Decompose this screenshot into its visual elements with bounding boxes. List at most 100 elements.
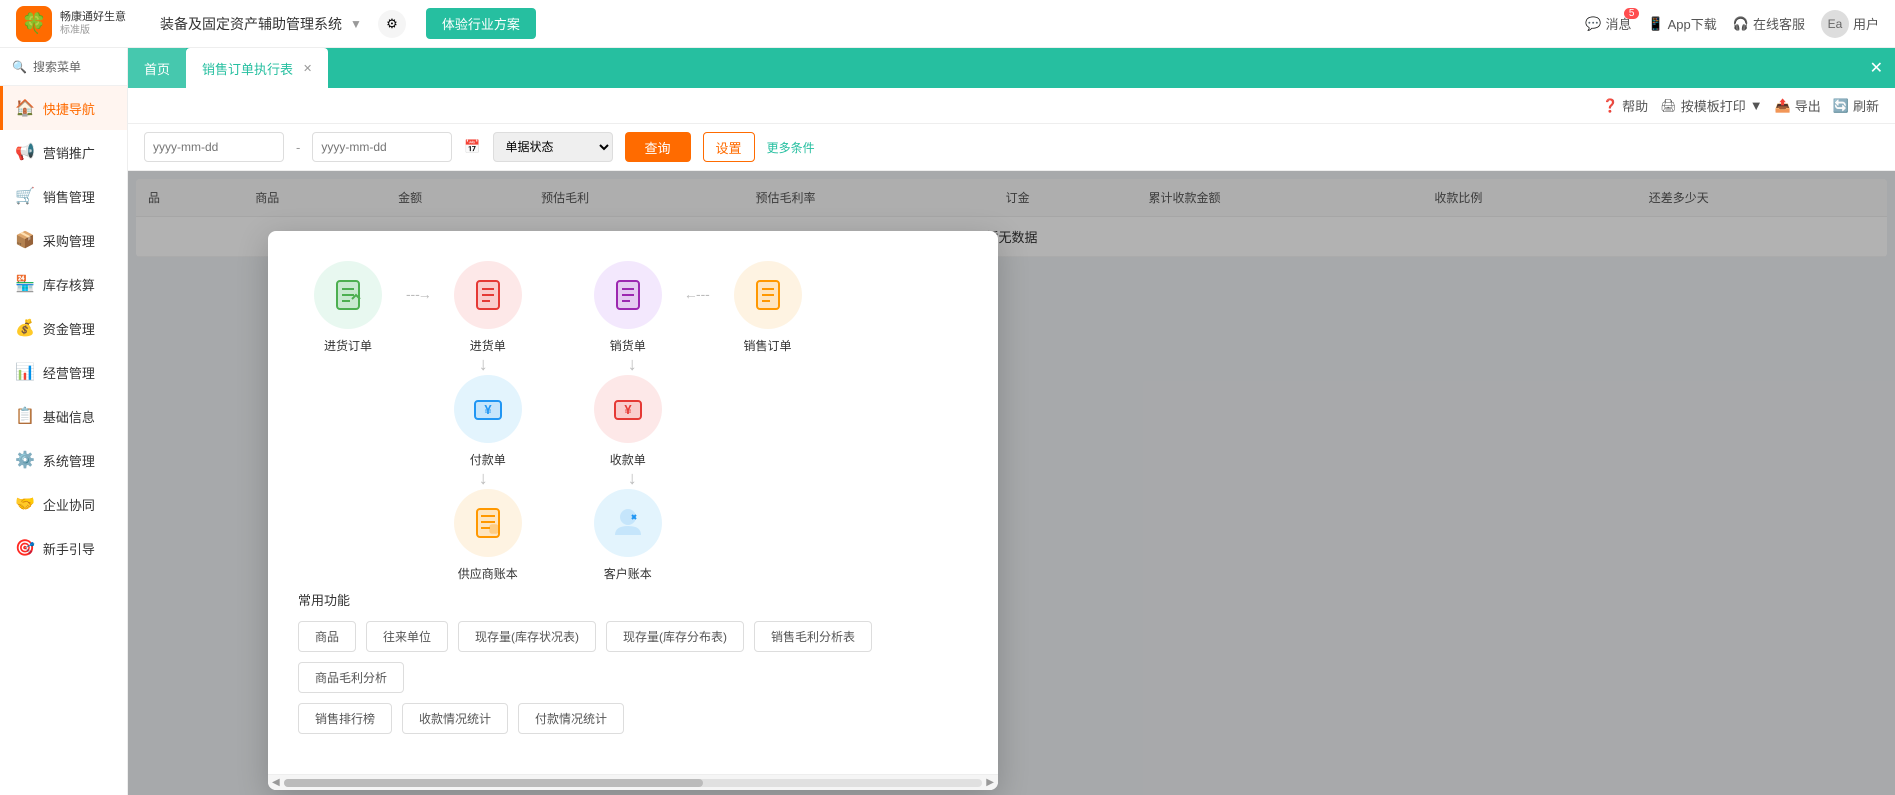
purchase-order-icon (314, 261, 382, 329)
supplier-ledger-label: 供应商账本 (458, 565, 518, 582)
modal-body: 进货订单 - - -→ 进货单 (268, 231, 998, 774)
message-badge: 5 (1624, 8, 1640, 19)
operations-icon: 📊 (15, 362, 35, 382)
system-dropdown-arrow[interactable]: ▼ (350, 17, 362, 31)
sidebar-item-marketing[interactable]: 📢 营销推广 (0, 130, 127, 174)
search-icon: 🔍 (12, 60, 27, 74)
modal-scrollbar: ◀ ▶ (268, 774, 998, 790)
scroll-right-arrow[interactable]: ▶ (986, 777, 994, 788)
receipt-bill-node[interactable]: ¥ 收款单 (578, 375, 678, 468)
help-button[interactable]: ❓ 帮助 (1602, 96, 1648, 115)
sidebar-item-inventory[interactable]: 🏪 库存核算 (0, 262, 127, 306)
status-select[interactable]: 单据状态 (493, 132, 613, 162)
scrollbar-thumb[interactable] (284, 779, 703, 787)
sales-order-node[interactable]: 销售订单 (718, 261, 818, 354)
user-menu[interactable]: Ea 用户 (1821, 10, 1879, 38)
toolbar-right: ❓ 帮助 🖨 按模板打印 ▼ 📤 导出 🔄 刷新 (1602, 96, 1879, 115)
sidebar-item-operations[interactable]: 📊 经营管理 (0, 350, 127, 394)
functions-row-1: 商品 往来单位 现存量(库存状况表) 现存量(库存分布表) 销售毛利分析表 商品… (298, 621, 968, 693)
filter-row: - 📅 单据状态 查询 设置 更多条件 (128, 124, 1895, 171)
page-toolbar: ❓ 帮助 🖨 按模板打印 ▼ 📤 导出 🔄 刷新 (128, 88, 1895, 124)
search-button[interactable]: 查询 (625, 132, 691, 162)
func-btn-product[interactable]: 商品 (298, 621, 356, 652)
sidebar-item-quick-nav[interactable]: 🏠 快捷导航 (0, 86, 127, 130)
sidebar-item-enterprise[interactable]: 🤝 企业协同 (0, 482, 127, 526)
top-right-area: 💬 消息 5 📱 App下载 🎧 在线客服 Ea 用户 (1585, 10, 1879, 38)
payment-bill-node[interactable]: ¥ 付款单 (438, 375, 538, 468)
supplier-ledger-node[interactable]: 供应商账本 (438, 489, 538, 582)
download-icon: 📱 (1647, 16, 1663, 32)
print-dropdown-icon: ▼ (1750, 98, 1763, 113)
flow-diagram: 进货订单 - - -→ 进货单 (298, 261, 968, 582)
func-btn-stock-status[interactable]: 现存量(库存状况表) (458, 621, 596, 652)
customer-row: 客户账本 (578, 489, 818, 582)
sidebar-item-guide[interactable]: 🎯 新手引导 (0, 526, 127, 570)
more-conditions-toggle[interactable]: 更多条件 (767, 139, 815, 156)
arrow-down-payment: ↓ (298, 468, 538, 489)
refresh-icon: 🔄 (1833, 98, 1849, 114)
print-icon: 🖨 (1660, 98, 1677, 114)
quick-nav-icon: 🏠 (15, 98, 35, 118)
date-to-input[interactable] (312, 132, 452, 162)
refresh-button[interactable]: 🔄 刷新 (1833, 96, 1879, 115)
avatar: Ea (1821, 10, 1849, 38)
customer-ledger-icon (594, 489, 662, 557)
svg-text:¥: ¥ (624, 402, 632, 417)
receipt-bill-icon: ¥ (594, 375, 662, 443)
sidebar: 🔍 搜索菜单 🏠 快捷导航 📢 营销推广 🛒 销售管理 📦 采购管理 🏪 (0, 48, 128, 795)
sidebar-item-finance[interactable]: 💰 资金管理 (0, 306, 127, 350)
main-area: 🔍 搜索菜单 🏠 快捷导航 📢 营销推广 🛒 销售管理 📦 采购管理 🏪 (0, 48, 1895, 795)
app-download-button[interactable]: 📱 App下载 (1647, 14, 1716, 33)
finance-icon: 💰 (15, 318, 35, 338)
func-btn-payment-stats[interactable]: 付款情况统计 (518, 703, 624, 734)
customer-ledger-node[interactable]: 客户账本 (578, 489, 678, 582)
scroll-left-arrow[interactable]: ◀ (272, 777, 280, 788)
set-button[interactable]: 设置 (703, 132, 755, 162)
func-btn-stock-dist[interactable]: 现存量(库存分布表) (606, 621, 744, 652)
supplier-ledger-icon (454, 489, 522, 557)
sales-bill-node[interactable]: 销货单 (578, 261, 678, 354)
calendar-icon[interactable]: 📅 (464, 139, 480, 155)
func-btn-sales-rank[interactable]: 销售排行榜 (298, 703, 392, 734)
arrow-down-purchase: ↓ (298, 354, 538, 375)
tab-close-icon[interactable]: ✕ (303, 62, 312, 75)
purchase-order-node[interactable]: 进货订单 (298, 261, 398, 354)
page-content: 品 商品 金额 预估毛利 预估毛利率 订金 累计收款金额 收款比例 还差多少天 (128, 171, 1895, 795)
message-button[interactable]: 💬 消息 5 (1585, 14, 1631, 33)
sales-bill-label: 销货单 (610, 337, 646, 354)
svg-text:¥: ¥ (484, 402, 492, 417)
tab-home[interactable]: 首页 (128, 48, 186, 88)
customer-ledger-label: 客户账本 (604, 565, 652, 582)
enterprise-icon: 🤝 (15, 494, 35, 514)
tab-sales-order[interactable]: 销售订单执行表 ✕ (186, 48, 328, 88)
system-icon: ⚙️ (15, 450, 35, 470)
scrollbar-track[interactable] (284, 779, 983, 787)
help-icon: ❓ (1602, 98, 1618, 114)
func-btn-product-profit[interactable]: 商品毛利分析 (298, 662, 404, 693)
functions-row-2: 销售排行榜 收款情况统计 付款情况统计 (298, 703, 968, 734)
content-area: 首页 销售订单执行表 ✕ ✕ ❓ 帮助 🖨 按模板打印 (128, 48, 1895, 795)
sales-icon: 🛒 (15, 186, 35, 206)
sidebar-item-purchase[interactable]: 📦 采购管理 (0, 218, 127, 262)
modal-overlay[interactable]: 进货订单 - - -→ 进货单 (128, 171, 1895, 795)
print-button[interactable]: 🖨 按模板打印 ▼ (1660, 96, 1762, 115)
gear-button[interactable]: ⚙ (378, 10, 406, 38)
export-button[interactable]: 📤 导出 (1775, 96, 1821, 115)
window-close-button[interactable]: ✕ (1870, 58, 1883, 78)
common-functions-section: 常用功能 商品 往来单位 现存量(库存状况表) 现存量(库存分布表) 销售毛利分… (298, 590, 968, 734)
func-btn-partner[interactable]: 往来单位 (366, 621, 448, 652)
func-btn-receipt-stats[interactable]: 收款情况统计 (402, 703, 508, 734)
flow-modal: 进货订单 - - -→ 进货单 (268, 231, 998, 790)
arrow-left-1: - - -→ (686, 286, 710, 302)
trial-button[interactable]: 体验行业方案 (426, 8, 536, 39)
arrow-down-receipt: ↓ (578, 468, 818, 489)
sidebar-item-sales[interactable]: 🛒 销售管理 (0, 174, 127, 218)
service-icon: 🎧 (1733, 16, 1749, 32)
sidebar-item-system[interactable]: ⚙️ 系统管理 (0, 438, 127, 482)
search-menu[interactable]: 🔍 搜索菜单 (0, 48, 127, 86)
func-btn-sales-profit[interactable]: 销售毛利分析表 (754, 621, 872, 652)
online-service-button[interactable]: 🎧 在线客服 (1733, 14, 1805, 33)
sidebar-item-basic-info[interactable]: 📋 基础信息 (0, 394, 127, 438)
date-from-input[interactable] (144, 132, 284, 162)
purchase-bill-node[interactable]: 进货单 (438, 261, 538, 354)
